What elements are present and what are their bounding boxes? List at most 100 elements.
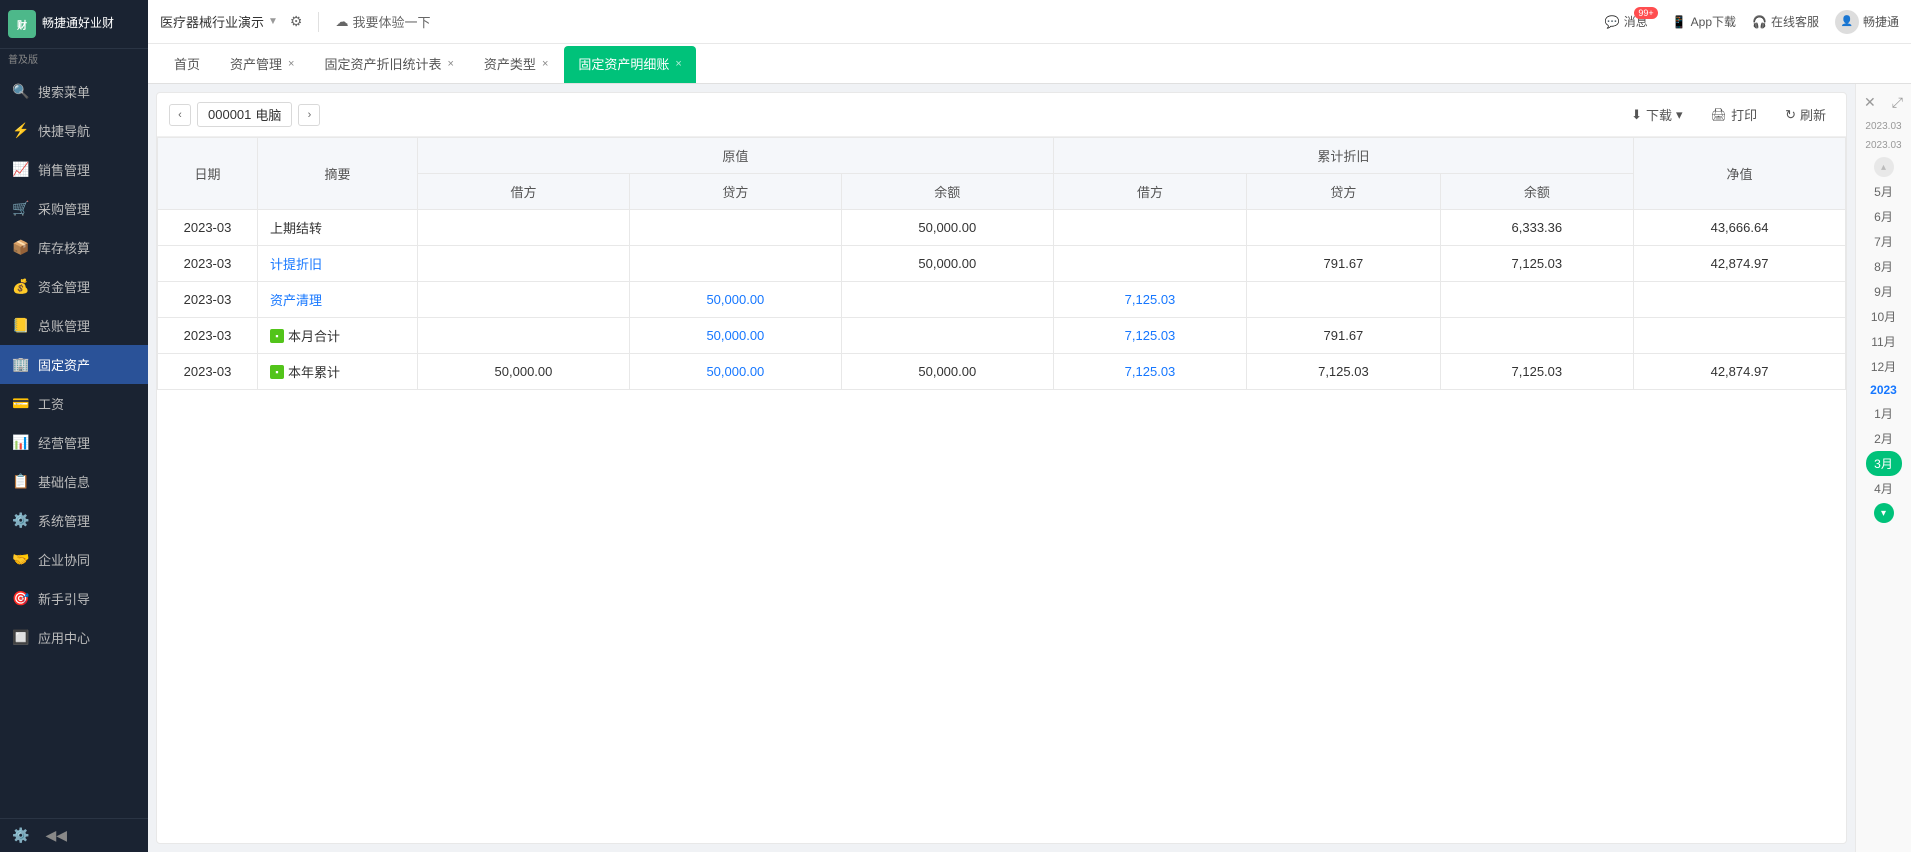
company-selector[interactable]: 医疗器械行业演示 ▼ [160, 12, 278, 31]
purchase-icon: 🛒 [12, 200, 30, 217]
download-button[interactable]: ⬇ 下载 ▾ [1623, 101, 1690, 128]
avatar: 👤 [1835, 10, 1859, 34]
cell-accum-credit: 791.67 [1247, 246, 1440, 282]
cell-accum-debit: 7,125.03 [1053, 318, 1246, 354]
app-download-button[interactable]: 📱 App下载 [1672, 13, 1736, 30]
sidebar-item-quick-nav[interactable]: ⚡ 快捷导航 [0, 111, 148, 150]
timeline-expand-button[interactable]: ⤢ [1888, 90, 1907, 115]
tab-asset-type-close[interactable]: × [542, 58, 548, 70]
notification-button[interactable]: 💬 消息 99+ [1605, 13, 1648, 30]
timeline-month-item[interactable]: 10月 [1866, 304, 1902, 329]
sidebar-item-ledger[interactable]: 📒 总账管理 [0, 306, 148, 345]
cell-orig-balance [841, 282, 1053, 318]
timeline-month-item[interactable]: 9月 [1866, 279, 1902, 304]
app-download-icon: 📱 [1672, 15, 1687, 29]
sidebar-item-label: 总账管理 [38, 316, 90, 335]
tab-asset-management[interactable]: 资产管理 × [216, 46, 308, 83]
timeline-month-item[interactable]: 8月 [1866, 254, 1902, 279]
sidebar-item-purchase[interactable]: 🛒 采购管理 [0, 189, 148, 228]
col-date: 日期 [158, 138, 258, 210]
tab-depreciation-stats[interactable]: 固定资产折旧统计表 × [310, 46, 467, 83]
cell-orig-debit: 50,000.00 [418, 354, 630, 390]
sidebar-item-label: 企业协同 [38, 550, 90, 569]
cell-accum-balance: 6,333.36 [1440, 210, 1633, 246]
sidebar-item-sales[interactable]: 📈 销售管理 [0, 150, 148, 189]
sidebar-item-guide[interactable]: 🎯 新手引导 [0, 579, 148, 618]
timeline-month-item[interactable]: 3月 [1866, 451, 1902, 476]
search-icon: 🔍 [12, 83, 30, 100]
tab-asset-type[interactable]: 资产类型 × [470, 46, 562, 83]
tab-depreciation-stats-close[interactable]: × [447, 58, 453, 70]
tab-asset-type-label: 资产类型 [484, 54, 536, 73]
timeline-up-chevron[interactable]: ▴ [1874, 157, 1894, 177]
experience-button[interactable]: ☁ 我要体验一下 [335, 12, 430, 31]
timeline-close-button[interactable]: ✕ [1860, 90, 1880, 115]
sidebar-item-fixed-assets[interactable]: 🏢 固定资产 [0, 345, 148, 384]
sidebar-item-label: 基础信息 [38, 472, 90, 491]
sidebar-item-operations[interactable]: 📊 经营管理 [0, 423, 148, 462]
cell-accum-credit: 7,125.03 [1247, 354, 1440, 390]
sidebar-item-basic-info[interactable]: 📋 基础信息 [0, 462, 148, 501]
tab-home[interactable]: 首页 [160, 46, 214, 83]
sidebar-item-label: 固定资产 [38, 355, 90, 374]
cell-orig-credit: 50,000.00 [629, 282, 841, 318]
timeline-down-chevron[interactable]: ▾ [1874, 503, 1894, 523]
user-menu[interactable]: 👤 畅捷通 [1835, 10, 1899, 34]
refresh-label: 刷新 [1800, 105, 1826, 124]
sidebar-item-app-center[interactable]: 🔲 应用中心 [0, 618, 148, 657]
timeline-month-item[interactable]: 7月 [1866, 229, 1902, 254]
timeline-month-item[interactable]: 1月 [1866, 401, 1902, 426]
timeline-month-item[interactable]: 2月 [1866, 426, 1902, 451]
timeline-month-item[interactable]: 4月 [1866, 476, 1902, 501]
col-orig-balance: 余额 [841, 174, 1053, 210]
sidebar-item-enterprise[interactable]: 🤝 企业协同 [0, 540, 148, 579]
sidebar-edition: 普及版 [0, 49, 148, 72]
tab-asset-management-label: 资产管理 [230, 54, 282, 73]
cell-orig-debit [418, 282, 630, 318]
cell-accum-credit [1247, 282, 1440, 318]
tab-asset-detail-close[interactable]: × [675, 58, 681, 70]
sidebar-item-label: 新手引导 [38, 589, 90, 608]
sidebar-bottom: ⚙️ ◀◀ [0, 818, 148, 852]
next-asset-button[interactable]: › [298, 104, 320, 126]
timeline-panel: ✕ ⤢ 2023.03 2023.03 ▴ 5月6月7月8月9月10月11月12… [1855, 84, 1911, 852]
tabs-bar: 首页 资产管理 × 固定资产折旧统计表 × 资产类型 × 固定资产明细账 × [148, 44, 1911, 84]
online-support-button[interactable]: 🎧 在线客服 [1752, 13, 1819, 30]
col-net-value: 净值 [1634, 138, 1846, 210]
timeline-month-item[interactable]: 11月 [1866, 329, 1902, 354]
timeline-month-item[interactable]: 6月 [1866, 204, 1902, 229]
collapse-icon[interactable]: ◀◀ [45, 827, 67, 844]
sidebar-item-inventory[interactable]: 📦 库存核算 [0, 228, 148, 267]
main-area: 医疗器械行业演示 ▼ ⚙ ☁ 我要体验一下 💬 消息 99+ 📱 App下载 🎧… [148, 0, 1911, 852]
cell-orig-balance: 50,000.00 [841, 246, 1053, 282]
refresh-button[interactable]: ↻ 刷新 [1777, 101, 1834, 128]
topbar-divider [318, 12, 319, 32]
col-original-value: 原值 [418, 138, 1054, 174]
timeline-month-item[interactable]: 2023 [1866, 379, 1902, 401]
cell-accum-debit [1053, 210, 1246, 246]
cell-accum-debit [1053, 246, 1246, 282]
asset-detail-table: 日期 摘要 原值 累计折旧 净值 借方 贷方 余额 借方 贷方 余额 [157, 137, 1846, 390]
tab-asset-detail[interactable]: 固定资产明细账 × [564, 46, 695, 83]
app-center-icon: 🔲 [12, 629, 30, 646]
prev-asset-button[interactable]: ‹ [169, 104, 191, 126]
settings-gear-icon[interactable]: ⚙ [290, 13, 303, 30]
col-accumulated-depreciation: 累计折旧 [1053, 138, 1633, 174]
sidebar-item-finance[interactable]: 💰 资金管理 [0, 267, 148, 306]
sidebar-item-system[interactable]: ⚙️ 系统管理 [0, 501, 148, 540]
table-row: 2023-03 ▪本年累计 50,000.00 50,000.00 50,000… [158, 354, 1846, 390]
cell-orig-debit [418, 246, 630, 282]
inventory-icon: 📦 [12, 239, 30, 256]
tab-asset-detail-label: 固定资产明细账 [578, 54, 669, 73]
timeline-month-item[interactable]: 12月 [1866, 354, 1902, 379]
print-button[interactable]: 🖨 打印 [1703, 101, 1766, 128]
sidebar-item-label: 采购管理 [38, 199, 90, 218]
tab-asset-management-close[interactable]: × [288, 58, 294, 70]
sidebar-item-search[interactable]: 🔍 搜索菜单 [0, 72, 148, 111]
sidebar-item-label: 快捷导航 [38, 121, 90, 140]
settings-icon[interactable]: ⚙️ [12, 827, 29, 844]
timeline-top-year2: 2023.03 [1856, 136, 1911, 155]
content-area: ‹ 000001 电脑 › ⬇ 下载 ▾ 🖨 打印 [148, 84, 1911, 852]
sidebar-item-salary[interactable]: 💳 工资 [0, 384, 148, 423]
timeline-month-item[interactable]: 5月 [1866, 179, 1902, 204]
